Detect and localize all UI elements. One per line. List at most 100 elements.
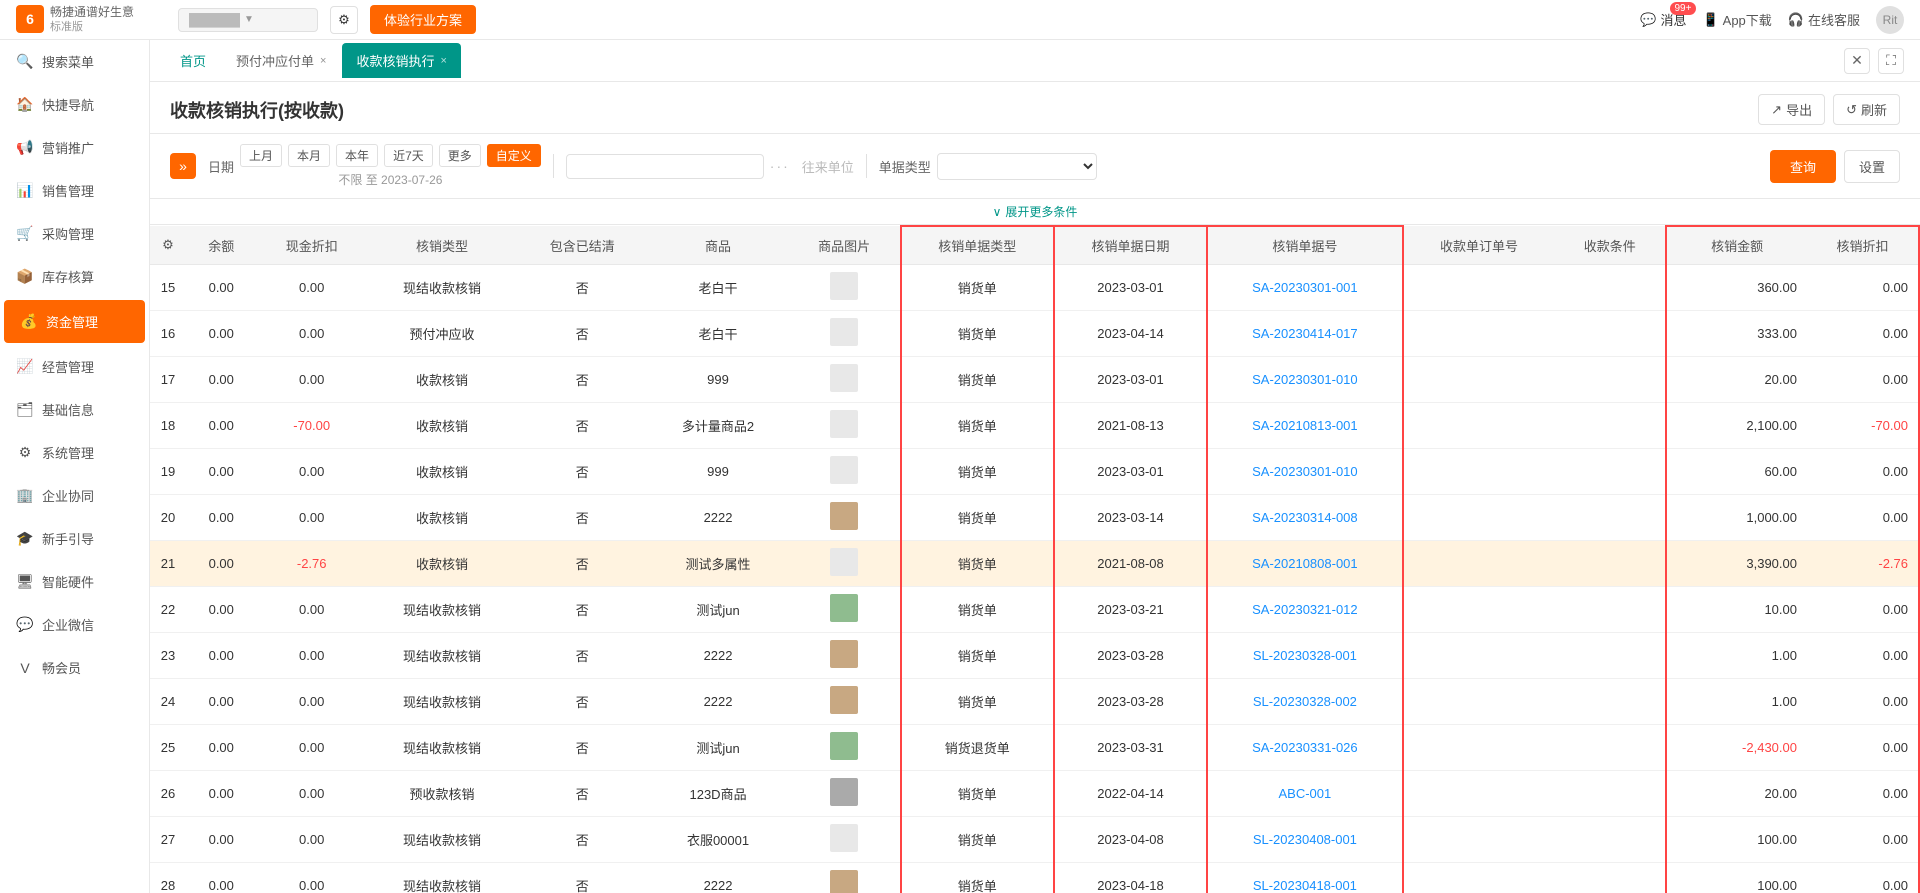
cell-bill-no[interactable]: SA-20230414-017	[1207, 311, 1402, 357]
sidebar-item-marketing[interactable]: 📢 营销推广	[0, 126, 149, 169]
bill-no-link[interactable]: SA-20230301-010	[1252, 464, 1358, 479]
date-custom-btn[interactable]: 自定义	[487, 144, 541, 167]
cell-id: 20	[150, 495, 186, 541]
cell-amount: 1.00	[1666, 679, 1807, 725]
bill-no-link[interactable]: SA-20210808-001	[1252, 556, 1358, 571]
cell-id: 19	[150, 449, 186, 495]
settings-button[interactable]: 设置	[1844, 150, 1900, 183]
bill-no-link[interactable]: ABC-001	[1279, 786, 1332, 801]
sidebar-item-wechat[interactable]: 💬 企业微信	[0, 603, 149, 646]
sidebar-item-finance[interactable]: 💰 资金管理	[4, 300, 145, 343]
cell-balance: 0.00	[186, 541, 257, 587]
settings-icon[interactable]: ⚙	[330, 6, 358, 34]
bill-no-link[interactable]: SL-20230328-002	[1253, 694, 1357, 709]
bill-no-link[interactable]: SL-20230418-001	[1253, 878, 1357, 893]
export-button[interactable]: ↗ 导出	[1758, 94, 1825, 125]
cell-bill-no[interactable]: SL-20230328-001	[1207, 633, 1402, 679]
sidebar-item-quick-nav[interactable]: 🏠 快捷导航	[0, 83, 149, 126]
bill-no-link[interactable]: SA-20230314-008	[1252, 510, 1358, 525]
tab-close-window-button[interactable]: ✕	[1844, 48, 1870, 74]
sidebar-item-basic[interactable]: 🗂 基础信息	[0, 388, 149, 431]
cell-bill-no[interactable]: SA-20230331-026	[1207, 725, 1402, 771]
bill-no-link[interactable]: SL-20230408-001	[1253, 832, 1357, 847]
cell-id: 23	[150, 633, 186, 679]
sidebar-item-sales[interactable]: 📊 销售管理	[0, 169, 149, 212]
cell-bill-no[interactable]: SA-20210813-001	[1207, 403, 1402, 449]
cell-id: 21	[150, 541, 186, 587]
filter-bar: » 日期 上月 本月 本年 近7天 更多 自定义 不限 至 2023-07-26	[150, 134, 1920, 199]
cell-bill-date: 2023-03-01	[1054, 449, 1207, 495]
org-selector[interactable]: ██████ ▼	[178, 8, 318, 32]
cell-bill-no[interactable]: SL-20230418-001	[1207, 863, 1402, 893]
user-avatar[interactable]: Rit	[1876, 6, 1904, 34]
bill-no-link[interactable]: SA-20230321-012	[1252, 602, 1358, 617]
bill-no-link[interactable]: SA-20230331-026	[1252, 740, 1358, 755]
industry-button[interactable]: 体验行业方案	[370, 5, 476, 34]
message-button[interactable]: 💬 消息 99+	[1640, 10, 1686, 29]
expand-more-button[interactable]: ∨ 展开更多条件	[983, 199, 1088, 224]
th-order-no: 收款单订单号	[1403, 226, 1555, 265]
cell-bill-no[interactable]: SA-20230321-012	[1207, 587, 1402, 633]
app-download-button[interactable]: 📱 App下载	[1702, 10, 1771, 29]
sidebar-item-operations[interactable]: 📈 经营管理	[0, 345, 149, 388]
query-button[interactable]: 查询	[1770, 150, 1836, 183]
cell-bill-date: 2023-03-01	[1054, 357, 1207, 403]
bill-no-link[interactable]: SA-20210813-001	[1252, 418, 1358, 433]
cell-included: 否	[517, 633, 647, 679]
tab-writeoff[interactable]: 收款核销执行 ×	[342, 43, 460, 78]
cell-cash-discount: 0.00	[257, 265, 367, 311]
sidebar-item-enterprise[interactable]: 🏢 企业协同	[0, 474, 149, 517]
cell-bill-no[interactable]: SA-20210808-001	[1207, 541, 1402, 587]
cell-order-no	[1403, 541, 1555, 587]
tab-prepay[interactable]: 预付冲应付单 ×	[222, 43, 340, 78]
refresh-button[interactable]: ↺ 刷新	[1833, 94, 1900, 125]
cell-payment-terms	[1554, 771, 1666, 817]
date-last-month-btn[interactable]: 上月	[240, 144, 282, 167]
cell-bill-no[interactable]: SA-20230301-001	[1207, 265, 1402, 311]
date-this-month-btn[interactable]: 本月	[288, 144, 330, 167]
sidebar-item-guide[interactable]: 🎓 新手引导	[0, 517, 149, 560]
bill-no-link[interactable]: SA-20230301-001	[1252, 280, 1358, 295]
bill-type-select[interactable]	[937, 153, 1097, 180]
product-image	[830, 318, 858, 346]
customer-placeholder: 往来单位	[802, 157, 854, 176]
bill-no-link[interactable]: SA-20230414-017	[1252, 326, 1358, 341]
sidebar-item-member[interactable]: V 畅会员	[0, 646, 149, 689]
cell-product: 999	[647, 449, 788, 495]
header-row: ⚙ 余额 现金折扣 核销类型 包含已结清 商品 商品图片 核销单据类型 核销单据…	[150, 226, 1919, 265]
filter-expand-button[interactable]: »	[170, 153, 196, 179]
cell-bill-no[interactable]: SA-20230301-010	[1207, 357, 1402, 403]
cell-product: 老白干	[647, 311, 788, 357]
chevron-down-small-icon: ∨	[993, 205, 1002, 219]
tab1-close-icon[interactable]: ×	[320, 55, 326, 67]
cell-product: 999	[647, 357, 788, 403]
sidebar-item-search[interactable]: 🔍 搜索菜单	[0, 40, 149, 83]
cell-bill-no[interactable]: SA-20230301-010	[1207, 449, 1402, 495]
date-this-year-btn[interactable]: 本年	[336, 144, 378, 167]
finance-icon: 💰	[20, 313, 38, 331]
cell-bill-date: 2022-04-14	[1054, 771, 1207, 817]
date-more-btn[interactable]: 更多	[439, 144, 481, 167]
cell-bill-no[interactable]: SL-20230408-001	[1207, 817, 1402, 863]
bill-no-link[interactable]: SA-20230301-010	[1252, 372, 1358, 387]
tab2-close-icon[interactable]: ×	[440, 55, 446, 67]
th-settings[interactable]: ⚙	[150, 226, 186, 265]
tab-expand-button[interactable]: ⛶	[1878, 48, 1904, 74]
sidebar: 🔍 搜索菜单 🏠 快捷导航 📢 营销推广 📊 销售管理 🛒 采购管理 📦 库存核…	[0, 40, 150, 893]
cell-bill-no[interactable]: ABC-001	[1207, 771, 1402, 817]
tab-home[interactable]: 首页	[166, 43, 220, 78]
cell-cash-discount: -70.00	[257, 403, 367, 449]
product-image	[830, 594, 858, 622]
date-7days-btn[interactable]: 近7天	[384, 144, 433, 167]
online-service-button[interactable]: 🎧 在线客服	[1788, 10, 1860, 29]
sidebar-item-purchase[interactable]: 🛒 采购管理	[0, 212, 149, 255]
sidebar-item-inventory[interactable]: 📦 库存核算	[0, 255, 149, 298]
sidebar-item-hardware[interactable]: 🖥 智能硬件	[0, 560, 149, 603]
customer-input[interactable]	[566, 154, 764, 179]
chevron-down-icon: ▼	[244, 14, 254, 25]
cell-order-no	[1403, 633, 1555, 679]
sidebar-item-system[interactable]: ⚙ 系统管理	[0, 431, 149, 474]
cell-bill-no[interactable]: SL-20230328-002	[1207, 679, 1402, 725]
bill-no-link[interactable]: SL-20230328-001	[1253, 648, 1357, 663]
cell-bill-no[interactable]: SA-20230314-008	[1207, 495, 1402, 541]
